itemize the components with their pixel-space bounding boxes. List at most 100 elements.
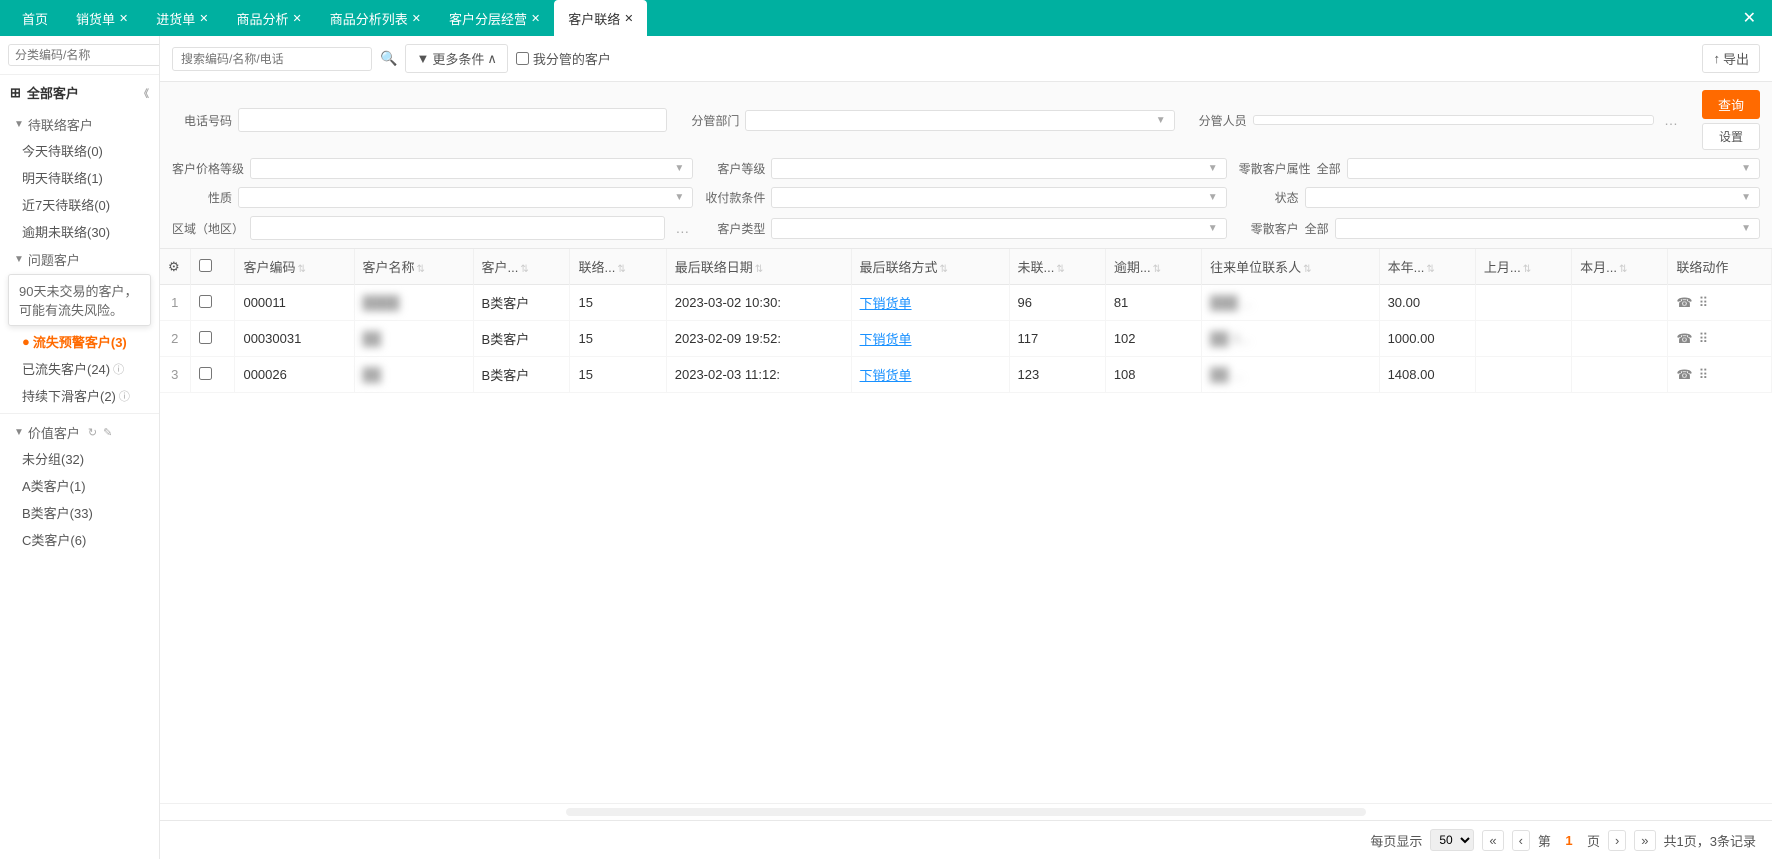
manager-select[interactable]	[1253, 115, 1654, 125]
sidebar-item-a-class[interactable]: A类客户(1)	[0, 472, 159, 499]
th-overdue[interactable]: 逾期...⇅	[1105, 249, 1201, 285]
row-last-contact-method[interactable]: 下销货单	[851, 285, 1009, 321]
row-last-contact-method[interactable]: 下销货单	[851, 321, 1009, 357]
customer-type-select[interactable]: ▼	[771, 218, 1226, 239]
row-action[interactable]: ☎⠿	[1668, 321, 1772, 357]
more-icon[interactable]: …	[671, 220, 693, 236]
gender-select[interactable]: ▼	[238, 187, 693, 208]
th-this-year[interactable]: 本年...⇅	[1379, 249, 1475, 285]
contact-icon[interactable]: ☎	[1676, 331, 1692, 347]
th-no-contact[interactable]: 未联...⇅	[1009, 249, 1105, 285]
close-icon[interactable]: ✕	[293, 12, 302, 25]
tab-customer-contact[interactable]: 客户联络 ✕	[554, 0, 647, 36]
row-action[interactable]: ☎⠿	[1668, 285, 1772, 321]
advanced-filter-panel: 电话号码 分管部门 ▼ 分管人员 … 查询	[160, 82, 1772, 249]
sidebar-section-problem[interactable]: ▼ 问题客户	[0, 245, 159, 272]
retail-attr-select[interactable]: ▼	[1347, 158, 1760, 179]
sidebar-item-c-class[interactable]: C类客户(6)	[0, 526, 159, 553]
my-customers-checkbox[interactable]	[516, 52, 529, 65]
close-icon[interactable]: ✕	[412, 12, 421, 25]
row-last-contact-method[interactable]: 下销货单	[851, 357, 1009, 393]
more-actions-icon[interactable]: ⠿	[1699, 331, 1709, 347]
sidebar-item-churned[interactable]: 已流失客户(24) ⓘ	[0, 355, 159, 382]
sidebar-item-tomorrow[interactable]: 明天待联络(1)	[0, 164, 159, 191]
tab-sales[interactable]: 销货单 ✕	[62, 0, 142, 36]
sidebar-item-b-class[interactable]: B类客户(33)	[0, 499, 159, 526]
last-page-button[interactable]: »	[1634, 830, 1655, 851]
my-customers-checkbox-label[interactable]: 我分管的客户	[516, 49, 611, 68]
next-page-button[interactable]: ›	[1608, 830, 1626, 851]
th-last-contact-date[interactable]: 最后联络日期⇅	[666, 249, 851, 285]
close-icon[interactable]: ✕	[624, 12, 633, 25]
select-all-checkbox[interactable]	[199, 259, 212, 272]
more-actions-icon[interactable]: ⠿	[1699, 367, 1709, 383]
row-overdue: 81	[1105, 285, 1201, 321]
sidebar-section-pending[interactable]: ▼ 待联络客户	[0, 110, 159, 137]
dept-select[interactable]: ▼	[745, 110, 1174, 131]
sidebar-item-7days[interactable]: 近7天待联络(0)	[0, 191, 159, 218]
tab-customer-tier[interactable]: 客户分层经营 ✕	[435, 0, 554, 36]
th-contact[interactable]: 联络...⇅	[570, 249, 666, 285]
more-icon[interactable]: …	[1660, 112, 1682, 128]
filter-retail-attr: 零散客户属性 全部 ▼	[1239, 158, 1760, 179]
tab-purchase[interactable]: 进货单 ✕	[142, 0, 222, 36]
sidebar-item-churn-warning[interactable]: ● 流失预警客户(3)	[0, 328, 159, 355]
first-page-button[interactable]: «	[1482, 830, 1503, 851]
overdue-label: 逾期未联络(30)	[22, 222, 110, 241]
refresh-icon[interactable]: ↻	[88, 426, 97, 439]
close-icon[interactable]: ✕	[119, 12, 128, 25]
th-name[interactable]: 客户名称⇅	[354, 249, 473, 285]
customer-level-select[interactable]: ▼	[771, 158, 1226, 179]
more-actions-icon[interactable]: ⠿	[1699, 295, 1709, 311]
horizontal-scrollbar[interactable]	[566, 808, 1366, 816]
close-icon[interactable]: ✕	[199, 12, 208, 25]
sidebar-item-overdue[interactable]: 逾期未联络(30)	[0, 218, 159, 245]
phone-input[interactable]	[238, 108, 667, 132]
sidebar-section-value[interactable]: ▼ 价值客户 ↻ ✎	[0, 418, 159, 445]
window-close-button[interactable]: ✕	[1735, 8, 1764, 28]
sidebar-item-ungroup[interactable]: 未分组(32)	[0, 445, 159, 472]
tab-product-analysis[interactable]: 商品分析 ✕	[222, 0, 315, 36]
tab-product-list[interactable]: 商品分析列表 ✕	[316, 0, 435, 36]
settings-icon[interactable]: ⚙	[168, 259, 180, 274]
th-code[interactable]: 客户编码⇅	[235, 249, 354, 285]
sidebar-item-today[interactable]: 今天待联络(0)	[0, 137, 159, 164]
payment-label: 收付款条件	[705, 189, 765, 206]
status-select[interactable]: ▼	[1305, 187, 1760, 208]
settings-button[interactable]: 设置	[1702, 123, 1760, 150]
close-icon[interactable]: ✕	[531, 12, 540, 25]
more-conditions-button[interactable]: ▼ 更多条件 ∧	[405, 44, 507, 73]
th-this-month[interactable]: 本月...⇅	[1572, 249, 1668, 285]
region-input[interactable]	[250, 216, 665, 240]
ungroup-label: 未分组(32)	[22, 449, 84, 468]
row-checkbox[interactable]	[190, 357, 235, 393]
row-number: 1	[160, 285, 190, 321]
row-action[interactable]: ☎⠿	[1668, 357, 1772, 393]
search-icon[interactable]: 🔍	[380, 50, 397, 67]
contact-icon[interactable]: ☎	[1676, 295, 1692, 311]
th-settings[interactable]: ⚙	[160, 249, 190, 285]
sidebar-search-input[interactable]	[8, 44, 160, 66]
row-no-contact-days: 123	[1009, 357, 1105, 393]
th-checkbox[interactable]	[190, 249, 235, 285]
prev-page-button[interactable]: ‹	[1512, 830, 1530, 851]
sidebar-all-customers[interactable]: ⊞ 全部客户 《	[0, 75, 159, 110]
th-last-month[interactable]: 上月...⇅	[1475, 249, 1571, 285]
th-contact-person[interactable]: 往来单位联系人⇅	[1202, 249, 1379, 285]
row-checkbox[interactable]	[190, 285, 235, 321]
contact-icon[interactable]: ☎	[1676, 367, 1692, 383]
edit-icon[interactable]: ✎	[103, 426, 112, 439]
query-button[interactable]: 查询	[1702, 90, 1760, 119]
th-type[interactable]: 客户...⇅	[473, 249, 570, 285]
price-level-select[interactable]: ▼	[250, 158, 693, 179]
search-input[interactable]	[172, 47, 372, 71]
tab-home[interactable]: 首页	[8, 0, 62, 36]
row-checkbox[interactable]	[190, 321, 235, 357]
per-page-select[interactable]: 50	[1430, 829, 1474, 851]
th-last-contact-method[interactable]: 最后联络方式⇅	[851, 249, 1009, 285]
sidebar-item-declining[interactable]: 持续下滑客户(2) ⓘ	[0, 382, 159, 409]
payment-select[interactable]: ▼	[771, 187, 1226, 208]
data-table-wrapper: ⚙ 客户编码⇅ 客户名称⇅ 客户...⇅ 联络...⇅ 最后联络日期⇅ 最后联络…	[160, 249, 1772, 803]
retail-customer-select[interactable]: ▼	[1335, 218, 1760, 239]
export-button[interactable]: ↑ 导出	[1702, 44, 1760, 73]
